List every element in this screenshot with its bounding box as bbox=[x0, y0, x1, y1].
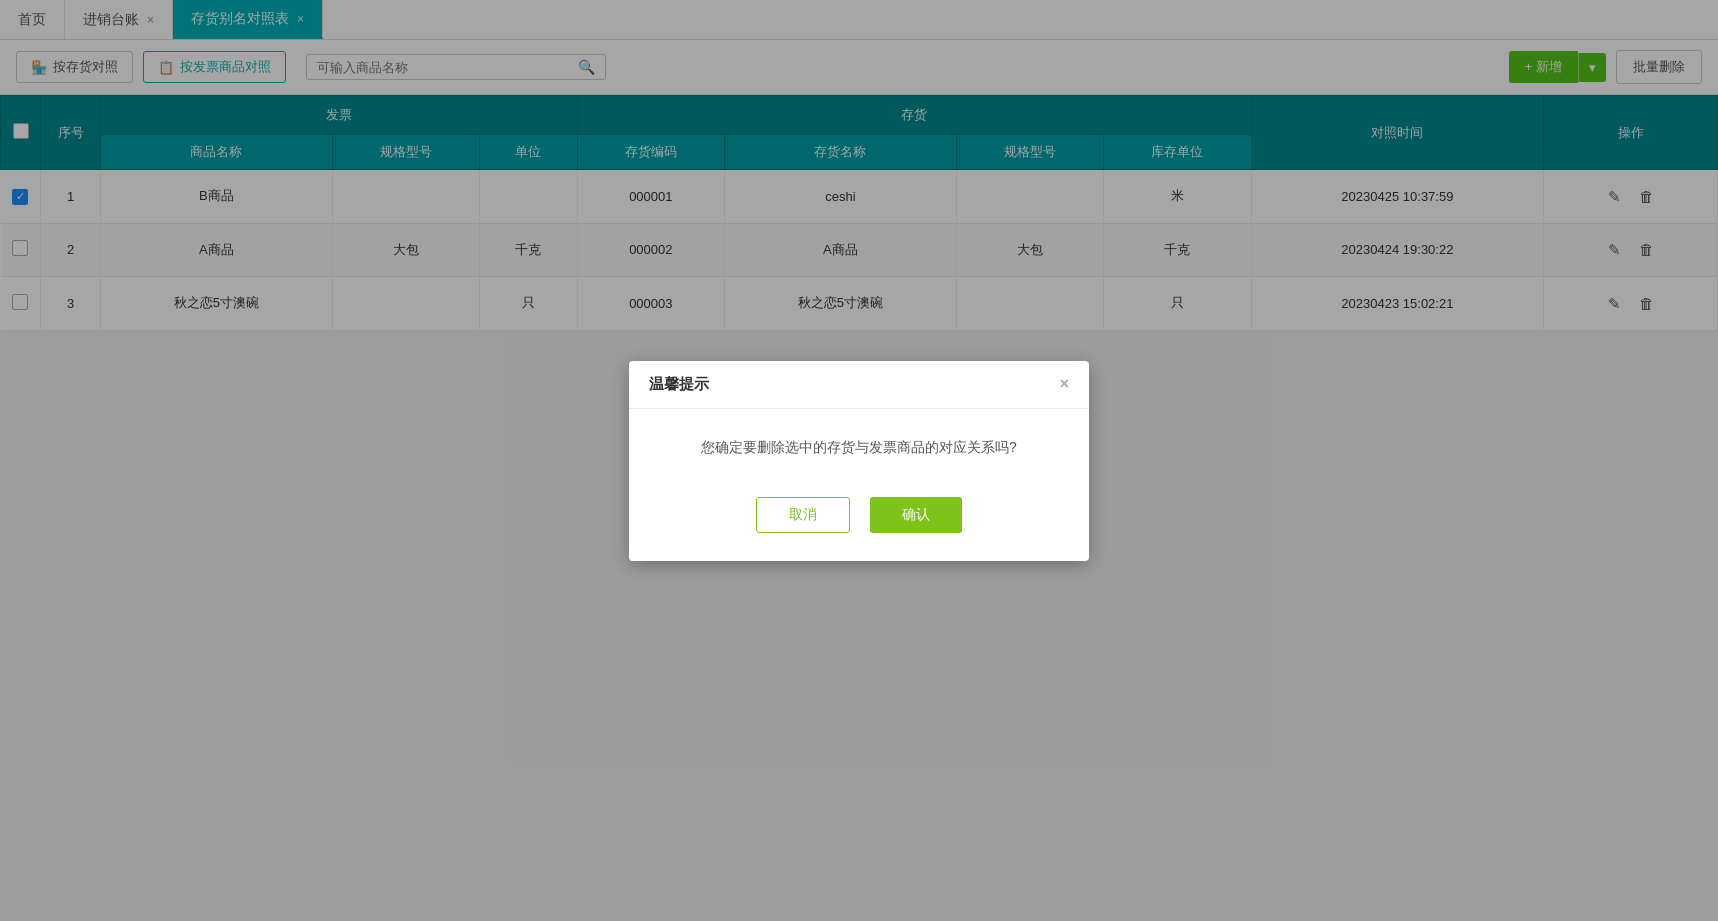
modal-overlay: 温馨提示 × 您确定要删除选中的存货与发票商品的对应关系吗? 取消 确认 bbox=[0, 0, 1718, 331]
